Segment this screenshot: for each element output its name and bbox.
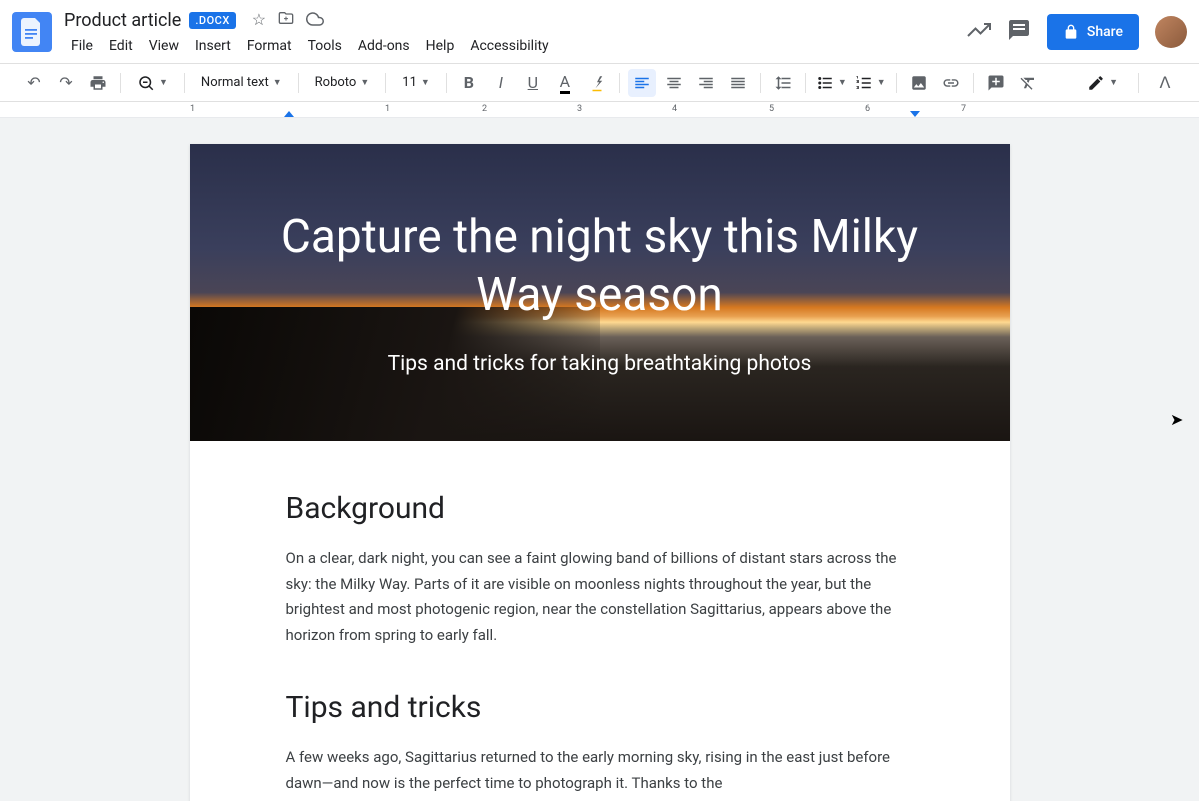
docs-logo[interactable] xyxy=(12,12,52,52)
print-button[interactable] xyxy=(84,69,112,97)
lock-icon xyxy=(1063,24,1079,40)
hero-subtitle[interactable]: Tips and tricks for taking breathtaking … xyxy=(388,352,812,376)
menu-accessibility[interactable]: Accessibility xyxy=(463,34,555,58)
add-comment-button[interactable] xyxy=(982,69,1010,97)
undo-button[interactable]: ↶ xyxy=(20,69,48,97)
hero-image: Capture the night sky this Milky Way sea… xyxy=(190,144,1010,441)
menu-help[interactable]: Help xyxy=(419,34,462,58)
bold-button[interactable]: B xyxy=(455,69,483,97)
document-canvas[interactable]: Capture the night sky this Milky Way sea… xyxy=(0,118,1199,801)
ruler-num: 1 xyxy=(190,104,195,114)
ruler-num: 7 xyxy=(961,104,966,114)
docx-badge: .DOCX xyxy=(189,12,235,29)
app-header: Product article .DOCX ☆ File Edit View I… xyxy=(0,0,1199,64)
title-area: Product article .DOCX ☆ File Edit View I… xyxy=(64,6,967,58)
menu-insert[interactable]: Insert xyxy=(188,34,238,58)
menu-addons[interactable]: Add-ons xyxy=(351,34,417,58)
menu-format[interactable]: Format xyxy=(240,34,299,58)
ruler-num: 3 xyxy=(577,104,582,114)
menu-view[interactable]: View xyxy=(142,34,186,58)
indent-marker-right[interactable] xyxy=(910,111,920,117)
menu-edit[interactable]: Edit xyxy=(102,34,140,58)
insert-image-button[interactable] xyxy=(905,69,933,97)
ruler[interactable]: 1 1 2 3 4 5 6 7 xyxy=(0,102,1199,118)
underline-button[interactable]: U xyxy=(519,69,547,97)
number-list-button[interactable]: ▼ xyxy=(853,69,888,97)
size-dropdown[interactable]: 11▼ xyxy=(394,69,438,97)
hero-title[interactable]: Capture the night sky this Milky Way sea… xyxy=(250,209,950,324)
ruler-num: 4 xyxy=(672,104,677,114)
ruler-num: 5 xyxy=(769,104,774,114)
align-left-button[interactable] xyxy=(628,69,656,97)
star-icon[interactable]: ☆ xyxy=(252,10,266,32)
toolbar: ↶ ↷ ▼ Normal text▼ Roboto▼ 11▼ B I U A ▼… xyxy=(0,64,1199,102)
editing-mode-dropdown[interactable]: ▼ xyxy=(1079,69,1126,97)
move-icon[interactable] xyxy=(278,10,294,32)
share-label: Share xyxy=(1087,24,1123,40)
line-spacing-button[interactable] xyxy=(769,69,797,97)
section-body[interactable]: A few weeks ago, Sagittarius returned to… xyxy=(286,745,914,796)
highlight-button[interactable] xyxy=(583,69,611,97)
document-title[interactable]: Product article xyxy=(64,10,181,31)
menu-tools[interactable]: Tools xyxy=(301,34,349,58)
section-heading[interactable]: Background xyxy=(286,491,914,526)
share-button[interactable]: Share xyxy=(1047,14,1139,50)
bullet-list-button[interactable]: ▼ xyxy=(814,69,849,97)
comments-icon[interactable] xyxy=(1007,18,1031,46)
collapse-toolbar-button[interactable]: ᐱ xyxy=(1151,69,1179,97)
style-dropdown[interactable]: Normal text▼ xyxy=(193,69,290,97)
align-right-button[interactable] xyxy=(692,69,720,97)
align-center-button[interactable] xyxy=(660,69,688,97)
page[interactable]: Capture the night sky this Milky Way sea… xyxy=(190,144,1010,801)
insert-link-button[interactable] xyxy=(937,69,965,97)
section-body[interactable]: On a clear, dark night, you can see a fa… xyxy=(286,546,914,648)
indent-marker-left[interactable] xyxy=(284,111,294,117)
menu-file[interactable]: File xyxy=(64,34,100,58)
clear-format-button[interactable] xyxy=(1014,69,1042,97)
user-avatar[interactable] xyxy=(1155,16,1187,48)
ruler-num: 1 xyxy=(385,104,390,114)
menubar: File Edit View Insert Format Tools Add-o… xyxy=(64,34,967,58)
italic-button[interactable]: I xyxy=(487,69,515,97)
ruler-num: 6 xyxy=(865,104,870,114)
align-justify-button[interactable] xyxy=(724,69,752,97)
zoom-dropdown[interactable]: ▼ xyxy=(129,69,176,97)
content-area[interactable]: Background On a clear, dark night, you c… xyxy=(190,441,1010,801)
text-color-button[interactable]: A xyxy=(551,69,579,97)
ruler-num: 2 xyxy=(482,104,487,114)
section-heading[interactable]: Tips and tricks xyxy=(286,690,914,725)
font-dropdown[interactable]: Roboto▼ xyxy=(307,69,378,97)
cloud-icon[interactable] xyxy=(306,10,324,32)
activity-icon[interactable] xyxy=(967,18,991,46)
redo-button[interactable]: ↷ xyxy=(52,69,80,97)
